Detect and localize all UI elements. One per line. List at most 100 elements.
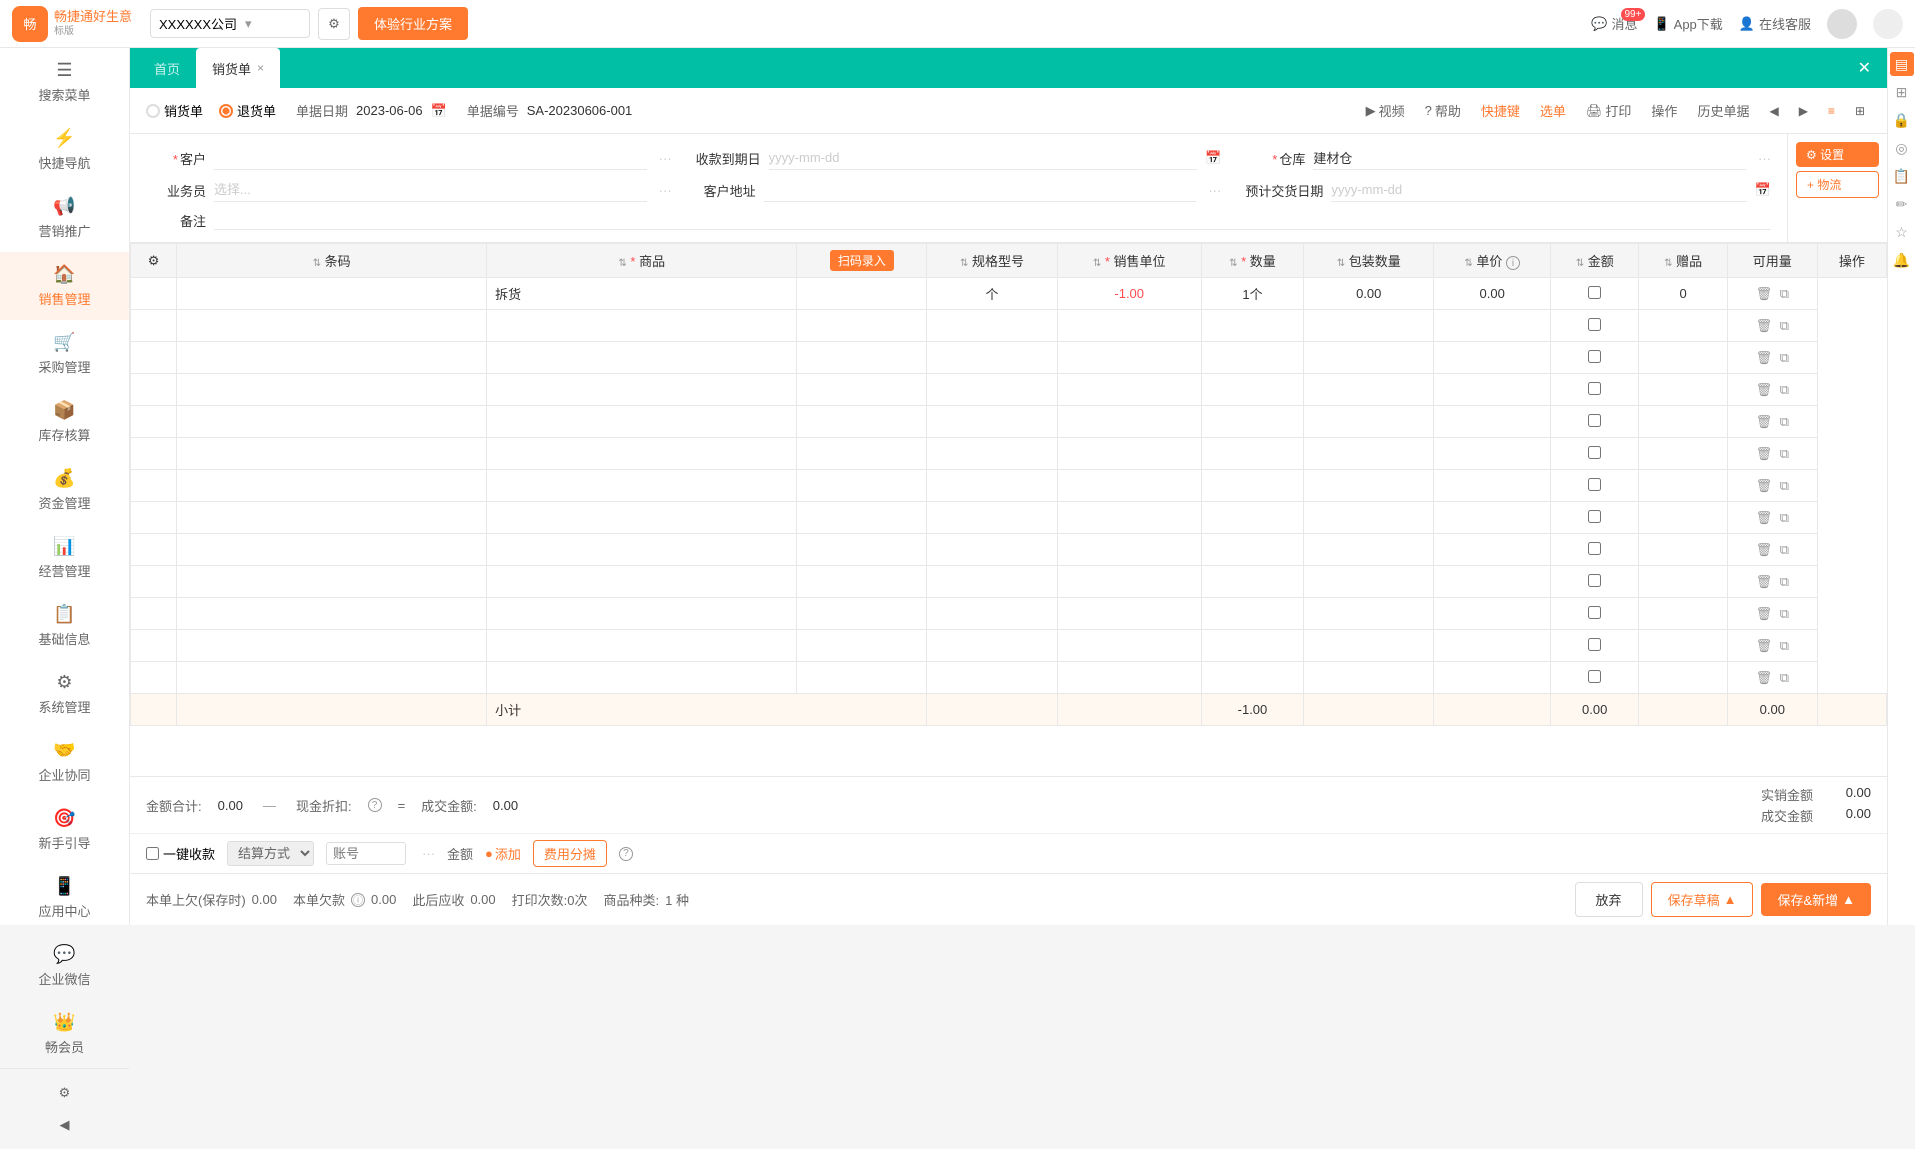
warehouse-dots[interactable]: ···: [1758, 151, 1771, 166]
row-unit-3[interactable]: [927, 374, 1057, 406]
row-unit-12[interactable]: [927, 662, 1057, 694]
row-product-11[interactable]: [487, 630, 797, 662]
row-copy-icon-5[interactable]: ⧉: [1780, 446, 1789, 461]
row-qty-4[interactable]: [1057, 406, 1201, 438]
row-barcode-7[interactable]: [177, 502, 487, 534]
right-panel-btn-3[interactable]: 🔒: [1890, 108, 1914, 132]
row-delete-icon-0[interactable]: 🗑: [1756, 286, 1773, 301]
row-unit-price-11[interactable]: [1304, 630, 1434, 662]
row-pkg-qty-0[interactable]: 1个: [1201, 278, 1303, 310]
row-pkg-qty-6[interactable]: [1201, 470, 1303, 502]
row-product-9[interactable]: [487, 566, 797, 598]
row-unit-5[interactable]: [927, 438, 1057, 470]
row-spec-11[interactable]: [797, 630, 927, 662]
row-unit-9[interactable]: [927, 566, 1057, 598]
customer-dots[interactable]: ···: [659, 151, 672, 166]
expected-date-input[interactable]: [1331, 178, 1746, 202]
row-copy-icon-10[interactable]: ⧉: [1780, 606, 1789, 621]
save-new-button[interactable]: 保存&新增 ▲: [1761, 883, 1871, 916]
col-scan[interactable]: 扫码录入: [797, 244, 927, 278]
quick-pay-check[interactable]: [146, 847, 159, 860]
row-amount-7[interactable]: [1434, 502, 1551, 534]
row-unit-price-5[interactable]: [1304, 438, 1434, 470]
save-draft-button[interactable]: 保存草稿 ▲: [1651, 882, 1754, 917]
expense-button[interactable]: 费用分摊: [533, 840, 607, 867]
row-product-2[interactable]: [487, 342, 797, 374]
row-delete-icon-7[interactable]: 🗑: [1756, 510, 1773, 525]
row-unit-price-7[interactable]: [1304, 502, 1434, 534]
row-qty-10[interactable]: [1057, 598, 1201, 630]
right-panel-btn-1[interactable]: ▤: [1890, 52, 1914, 76]
print-button[interactable]: 🖨 打印: [1580, 98, 1638, 123]
row-delete-icon-12[interactable]: 🗑: [1756, 670, 1773, 685]
operate-button[interactable]: 操作: [1645, 98, 1683, 123]
row-spec-3[interactable]: [797, 374, 927, 406]
sidebar-item-sales[interactable]: 🏠 销售管理: [0, 252, 129, 320]
row-qty-3[interactable]: [1057, 374, 1201, 406]
row-gift-12[interactable]: [1551, 662, 1639, 694]
row-spec-5[interactable]: [797, 438, 927, 470]
row-amount-5[interactable]: [1434, 438, 1551, 470]
select-button[interactable]: 选单: [1534, 98, 1572, 123]
row-delete-icon-9[interactable]: 🗑: [1756, 574, 1773, 589]
row-copy-icon-4[interactable]: ⧉: [1780, 414, 1789, 429]
row-qty-12[interactable]: [1057, 662, 1201, 694]
row-unit-price-6[interactable]: [1304, 470, 1434, 502]
row-barcode-9[interactable]: [177, 566, 487, 598]
payment-due-calendar-icon[interactable]: 📅: [1205, 150, 1221, 166]
row-spec-7[interactable]: [797, 502, 927, 534]
expected-date-calendar-icon[interactable]: 📅: [1755, 182, 1771, 198]
row-unit-6[interactable]: [927, 470, 1057, 502]
customer-addr-dots[interactable]: ···: [1208, 183, 1221, 198]
row-delete-icon-10[interactable]: 🗑: [1756, 606, 1773, 621]
row-gift-2[interactable]: [1551, 342, 1639, 374]
row-product-1[interactable]: [487, 310, 797, 342]
unit-price-info-icon[interactable]: i: [1506, 256, 1520, 270]
row-barcode-2[interactable]: [177, 342, 487, 374]
app-download-button[interactable]: 📱 App下载: [1653, 14, 1722, 33]
row-copy-icon-2[interactable]: ⧉: [1780, 350, 1789, 365]
row-unit-7[interactable]: [927, 502, 1057, 534]
window-close-icon[interactable]: ✕: [1850, 58, 1879, 78]
row-qty-11[interactable]: [1057, 630, 1201, 662]
row-product-3[interactable]: [487, 374, 797, 406]
row-unit-price-8[interactable]: [1304, 534, 1434, 566]
right-panel-btn-8[interactable]: 🔔: [1890, 248, 1914, 272]
row-unit-price-10[interactable]: [1304, 598, 1434, 630]
row-gift-3[interactable]: [1551, 374, 1639, 406]
row-gift-10[interactable]: [1551, 598, 1639, 630]
row-pkg-qty-11[interactable]: [1201, 630, 1303, 662]
row-pkg-qty-8[interactable]: [1201, 534, 1303, 566]
row-delete-icon-11[interactable]: 🗑: [1756, 638, 1773, 653]
row-gift-4[interactable]: [1551, 406, 1639, 438]
row-barcode-10[interactable]: [177, 598, 487, 630]
radio-sales[interactable]: 销货单: [146, 101, 203, 120]
sidebar-item-purchase[interactable]: 🛒 采购管理: [0, 320, 129, 388]
row-barcode-3[interactable]: [177, 374, 487, 406]
row-pkg-qty-9[interactable]: [1201, 566, 1303, 598]
row-amount-0[interactable]: 0.00: [1434, 278, 1551, 310]
row-unit-price-4[interactable]: [1304, 406, 1434, 438]
row-product-8[interactable]: [487, 534, 797, 566]
row-copy-icon-8[interactable]: ⧉: [1780, 542, 1789, 557]
row-copy-icon-0[interactable]: ⧉: [1780, 286, 1789, 301]
company-selector[interactable]: XXXXXX公司 ▾: [150, 9, 310, 38]
row-qty-7[interactable]: [1057, 502, 1201, 534]
row-unit-8[interactable]: [927, 534, 1057, 566]
right-panel-btn-7[interactable]: ☆: [1890, 220, 1914, 244]
row-spec-12[interactable]: [797, 662, 927, 694]
row-delete-icon-8[interactable]: 🗑: [1756, 542, 1773, 557]
row-product-4[interactable]: [487, 406, 797, 438]
row-barcode-0[interactable]: [177, 278, 487, 310]
row-qty-0[interactable]: -1.00: [1057, 278, 1201, 310]
warehouse-input[interactable]: [1313, 146, 1746, 170]
row-qty-1[interactable]: [1057, 310, 1201, 342]
row-gift-0[interactable]: [1551, 278, 1639, 310]
view-grid-button[interactable]: ⊞: [1849, 101, 1871, 121]
row-product-10[interactable]: [487, 598, 797, 630]
sidebar-item-marketing[interactable]: 📢 营销推广: [0, 184, 129, 252]
row-delete-icon-4[interactable]: 🗑: [1756, 414, 1773, 429]
row-copy-icon-3[interactable]: ⧉: [1780, 382, 1789, 397]
row-qty-6[interactable]: [1057, 470, 1201, 502]
row-pkg-qty-5[interactable]: [1201, 438, 1303, 470]
